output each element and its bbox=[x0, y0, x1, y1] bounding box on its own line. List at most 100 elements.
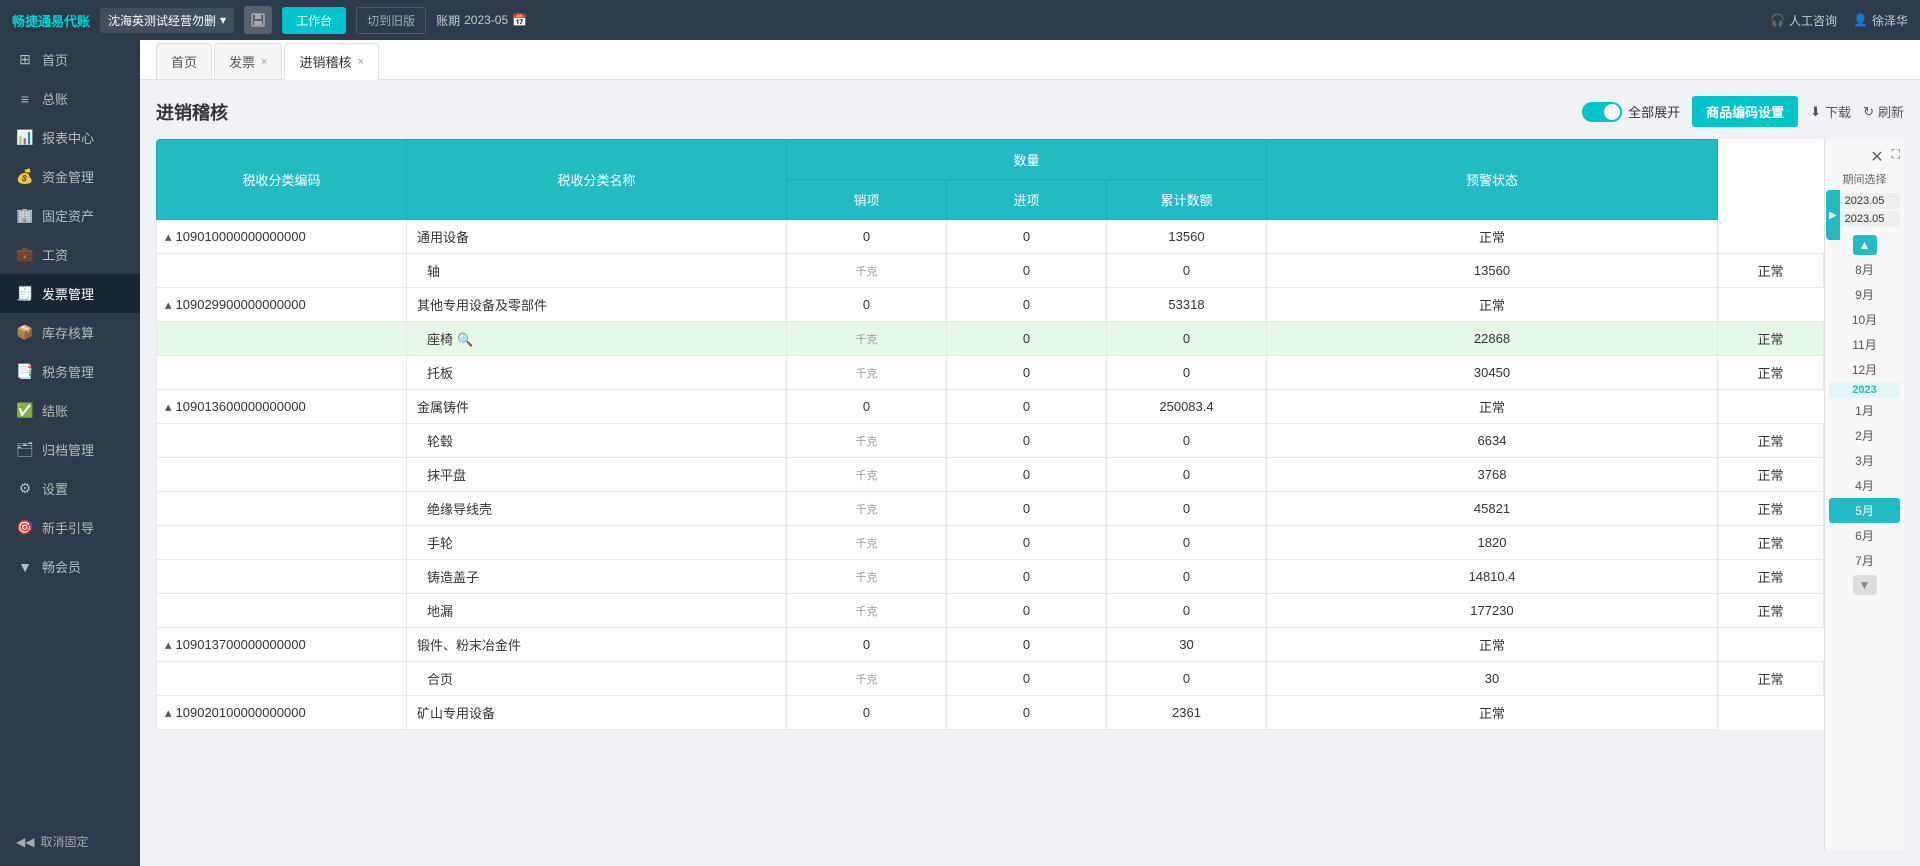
cell-code bbox=[157, 662, 407, 696]
maximize-panel-button[interactable]: ⛶ bbox=[1892, 147, 1900, 167]
refresh-button[interactable]: ↻ 刷新 bbox=[1863, 102, 1904, 121]
sidebar-item-closing[interactable]: ✅ 结账 bbox=[0, 391, 140, 430]
close-panel-button[interactable]: ✕ bbox=[1870, 147, 1883, 167]
cell-cumulative: 45821 bbox=[1267, 492, 1718, 526]
cell-cumulative: 13560 bbox=[1267, 254, 1718, 288]
cell-name: 座椅🔍 bbox=[407, 322, 787, 356]
cell-code bbox=[157, 594, 407, 628]
sidebar-item-home[interactable]: ⊞ 首页 bbox=[0, 40, 140, 79]
invoice-icon: 🧾 bbox=[16, 285, 34, 302]
cell-sales-val: 0 bbox=[947, 594, 1107, 628]
pin-icon: ◀◀ bbox=[16, 835, 34, 849]
sidebar-item-invoice[interactable]: 🧾 发票管理 bbox=[0, 274, 140, 313]
tab-invoice[interactable]: 发票 × bbox=[214, 43, 282, 79]
collapse-icon[interactable]: ▴ bbox=[165, 637, 172, 652]
cell-sales: 千克 bbox=[787, 492, 947, 526]
cell-sales: 0 bbox=[787, 288, 947, 322]
collapse-icon[interactable]: ▴ bbox=[165, 705, 172, 720]
expand-all-toggle[interactable] bbox=[1582, 102, 1622, 122]
sidebar-label-invoice: 发票管理 bbox=[42, 284, 94, 303]
sidebar-item-funds[interactable]: 💰 资金管理 bbox=[0, 157, 140, 196]
sidebar-item-salary[interactable]: 💼 工资 bbox=[0, 235, 140, 274]
collapse-icon[interactable]: ▴ bbox=[165, 399, 172, 414]
table-row: 绝缘导线壳 千克 0 0 45821 正常 bbox=[157, 492, 1824, 526]
user-info[interactable]: 👤 徐泽华 bbox=[1853, 12, 1908, 29]
table-row: 合页 千克 0 0 30 正常 bbox=[157, 662, 1824, 696]
sidebar-item-guide[interactable]: 🎯 新手引导 bbox=[0, 508, 140, 547]
search-icon[interactable]: 🔍 bbox=[457, 332, 473, 347]
sidebar-item-inventory[interactable]: 📦 库存核算 bbox=[0, 313, 140, 352]
period-month-3[interactable]: 3月 bbox=[1829, 448, 1900, 473]
sidebar-item-assets[interactable]: 🏢 固定资产 bbox=[0, 196, 140, 235]
workbench-button[interactable]: 工作台 bbox=[282, 7, 346, 34]
cell-sales: 千克 bbox=[787, 254, 947, 288]
cell-warning: 正常 bbox=[1267, 696, 1718, 730]
cell-sales-val: 0 bbox=[947, 424, 1107, 458]
sidebar-label-reports: 报表中心 bbox=[42, 128, 94, 147]
period-month-9[interactable]: 9月 bbox=[1829, 282, 1900, 307]
calendar-icon[interactable]: 📅 bbox=[512, 13, 527, 27]
period-month-6[interactable]: 6月 bbox=[1829, 523, 1900, 548]
service-button[interactable]: 🎧 人工咨询 bbox=[1770, 12, 1837, 29]
cell-warning: 正常 bbox=[1717, 458, 1823, 492]
period-month-12[interactable]: 12月 bbox=[1829, 357, 1900, 382]
sidebar-item-settings[interactable]: ⚙ 设置 bbox=[0, 469, 140, 508]
cell-sales-val: 0 bbox=[947, 254, 1107, 288]
period-month-11[interactable]: 11月 bbox=[1829, 332, 1900, 357]
toggle-all-label: 全部展开 bbox=[1628, 102, 1680, 121]
cell-warning: 正常 bbox=[1717, 594, 1823, 628]
period-month-1[interactable]: 1月 bbox=[1829, 398, 1900, 423]
save-button[interactable] bbox=[244, 6, 272, 34]
headset-icon: 🎧 bbox=[1770, 13, 1785, 27]
th-cumulative: 累计数额 bbox=[1107, 180, 1267, 220]
scroll-down-button[interactable]: ▼ bbox=[1853, 575, 1877, 595]
cell-name: 矿山专用设备 bbox=[407, 696, 787, 730]
scroll-up-button[interactable]: ▲ bbox=[1853, 235, 1877, 255]
cancel-fixed-button[interactable]: ◀◀ 取消固定 bbox=[0, 825, 140, 858]
period-month-2[interactable]: 2月 bbox=[1829, 423, 1900, 448]
company-selector[interactable]: 沈海英测试经营勿删 ▾ bbox=[100, 8, 234, 33]
page-header: 进销稽核 全部展开 商品编码设置 ⬇ 下载 ↻ 刷新 bbox=[156, 96, 1904, 127]
right-panel: ✕ ⛶ 期间选择 2023.05 2023.05 ▲ 8月 9月 10月 11月… bbox=[1824, 139, 1904, 850]
reports-icon: 📊 bbox=[16, 129, 34, 146]
tab-reconciliation-close[interactable]: × bbox=[357, 56, 363, 68]
cell-sales: 千克 bbox=[787, 356, 947, 390]
cell-code: ▴109013600000000000 bbox=[157, 390, 407, 424]
period-month-4[interactable]: 4月 bbox=[1829, 473, 1900, 498]
data-table: 税收分类编码 税收分类名称 数量 预警状态 销项 进项 累计数额 bbox=[156, 139, 1824, 730]
tab-reconciliation[interactable]: 进销稽核 × bbox=[284, 43, 378, 80]
sidebar-item-archive[interactable]: 🗂 归档管理 bbox=[0, 430, 140, 469]
sidebar-label-ledger: 总账 bbox=[42, 89, 68, 108]
chevron-right-icon: ▶ bbox=[1829, 210, 1837, 221]
sidebar-item-member[interactable]: ▼ 畅会员 bbox=[0, 547, 140, 586]
cell-warning: 正常 bbox=[1717, 424, 1823, 458]
collapse-icon[interactable]: ▴ bbox=[165, 229, 172, 244]
switch-version-button[interactable]: 切到旧版 bbox=[356, 7, 426, 34]
cell-sales: 千克 bbox=[787, 662, 947, 696]
sidebar-label-settings: 设置 bbox=[42, 479, 68, 498]
period-month-5[interactable]: 5月 bbox=[1829, 498, 1900, 523]
period-month-7[interactable]: 7月 bbox=[1829, 548, 1900, 573]
cell-purchase: 0 bbox=[947, 628, 1107, 662]
sidebar-item-reports[interactable]: 📊 报表中心 bbox=[0, 118, 140, 157]
cell-code bbox=[157, 492, 407, 526]
goods-code-button[interactable]: 商品编码设置 bbox=[1692, 96, 1798, 127]
panel-collapse-button[interactable]: ▶ bbox=[1826, 190, 1840, 240]
sidebar-item-tax[interactable]: 📑 税务管理 bbox=[0, 352, 140, 391]
period-month-8[interactable]: 8月 bbox=[1829, 257, 1900, 282]
cell-sales: 千克 bbox=[787, 458, 947, 492]
period-month-10[interactable]: 10月 bbox=[1829, 307, 1900, 332]
user-avatar-icon: 👤 bbox=[1853, 13, 1868, 27]
table-row: ▴109020100000000000 矿山专用设备 0 0 2361 正常 bbox=[157, 696, 1824, 730]
table-area: 税收分类编码 税收分类名称 数量 预警状态 销项 进项 累计数额 bbox=[156, 139, 1824, 850]
tab-home[interactable]: 首页 bbox=[156, 43, 212, 79]
tab-invoice-close[interactable]: × bbox=[261, 56, 267, 68]
table-wrapper[interactable]: 税收分类编码 税收分类名称 数量 预警状态 销项 进项 累计数额 bbox=[156, 139, 1824, 850]
sidebar-item-ledger[interactable]: ≡ 总账 bbox=[0, 79, 140, 118]
table-row: 托板 千克 0 0 30450 正常 bbox=[157, 356, 1824, 390]
download-button[interactable]: ⬇ 下载 bbox=[1810, 102, 1851, 121]
collapse-icon[interactable]: ▴ bbox=[165, 297, 172, 312]
table-row: 座椅🔍 千克 0 0 22868 正常 bbox=[157, 322, 1824, 356]
cell-warning: 正常 bbox=[1267, 390, 1718, 424]
period-select-title: 期间选择 bbox=[1843, 171, 1887, 187]
